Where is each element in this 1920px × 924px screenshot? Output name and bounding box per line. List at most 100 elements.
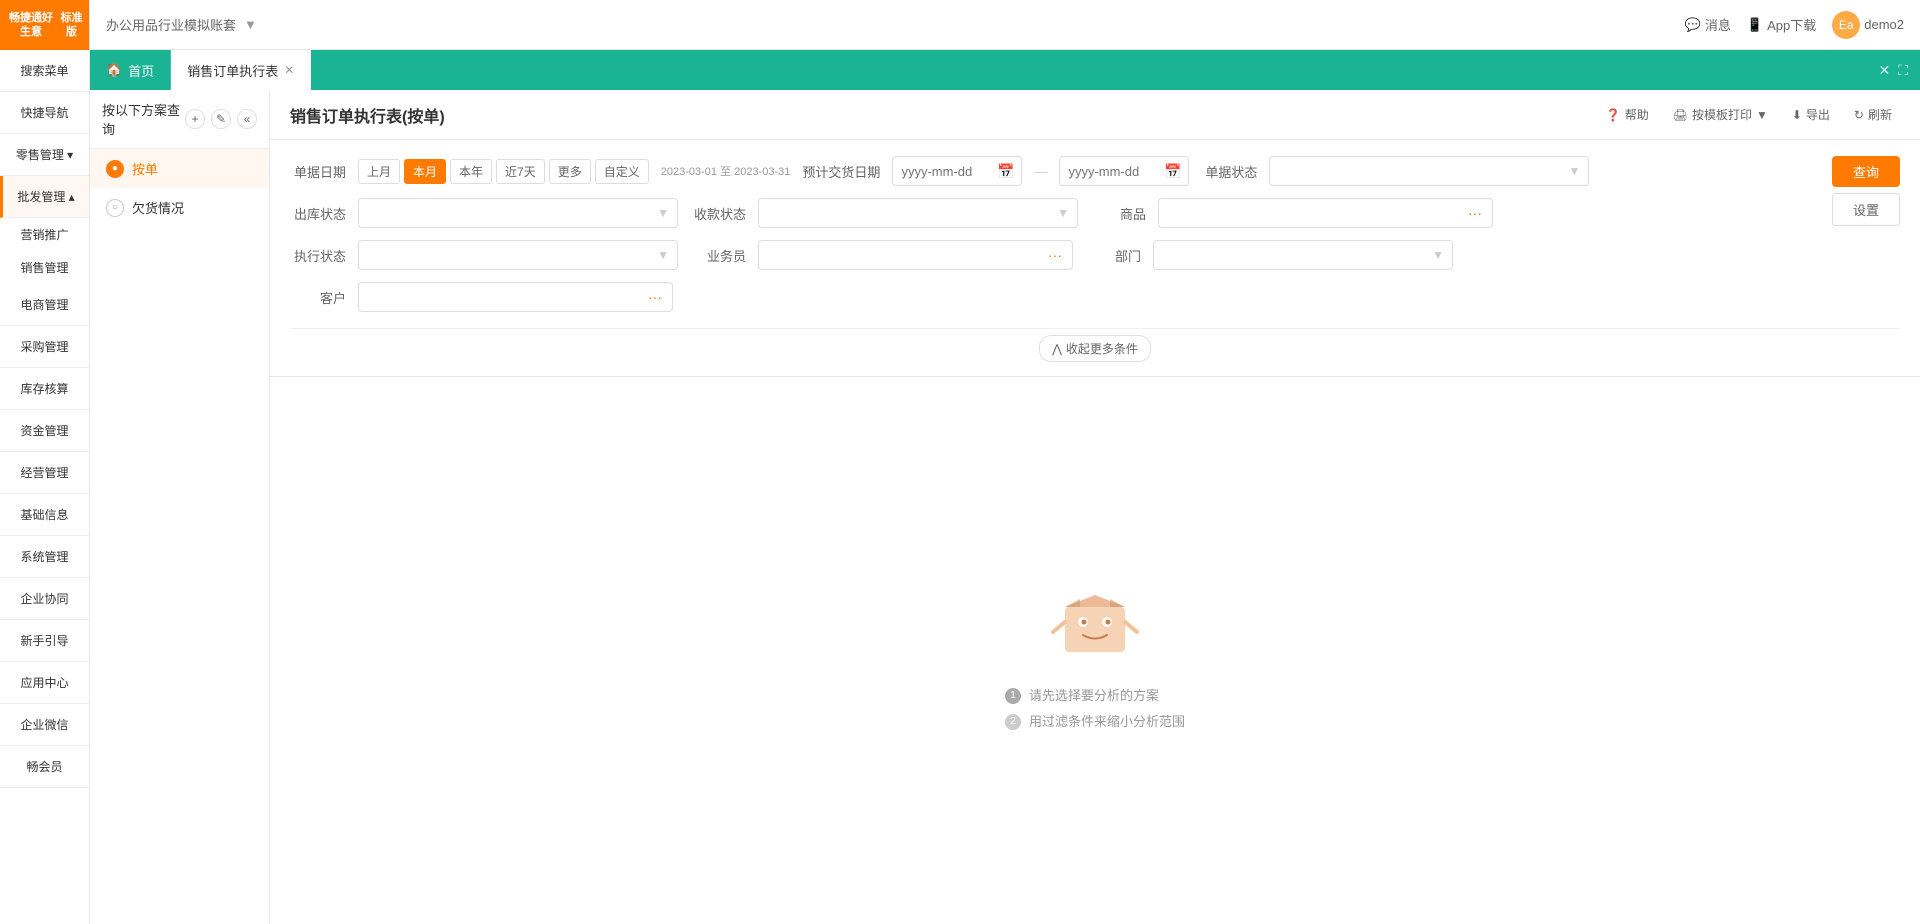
action-buttons: 查询 设置 <box>1832 156 1900 226</box>
print-label: 按模板打印 <box>1692 106 1752 123</box>
top-header: 办公用品行业模拟账套 ▼ 💬 消息 📱 App下载 Ea demo2 <box>90 0 1920 50</box>
scheme-label: 欠货情况 <box>132 198 184 217</box>
sidebar-item-operation[interactable]: 经营管理 <box>0 452 89 494</box>
out-status-select[interactable]: ▼ <box>358 198 678 228</box>
date-btn-this-year[interactable]: 本年 <box>450 159 492 184</box>
message-btn[interactable]: 💬 消息 <box>1685 15 1731 34</box>
plus-icon: + <box>191 112 198 126</box>
user-profile[interactable]: Ea demo2 <box>1832 11 1904 39</box>
tab-bar: 🏠 首页 销售订单执行表 ✕ ✕ ⛶ <box>90 50 1920 90</box>
settings-button[interactable]: 设置 <box>1832 193 1900 226</box>
print-icon: 🖨 <box>1673 108 1688 122</box>
empty-illustration <box>1045 567 1145 667</box>
message-icon: 💬 <box>1685 17 1701 33</box>
left-panel-actions: + ✎ « <box>185 109 257 129</box>
sidebar-item-label: 零售管理 <box>16 148 64 162</box>
app-logo: 畅捷通好生意 标准版 <box>0 0 89 50</box>
calendar-start-icon: 📅 <box>997 163 1014 180</box>
sidebar-item-retail[interactable]: 零售管理 ▾ <box>0 134 89 176</box>
export-label: 导出 <box>1806 106 1830 123</box>
date-btn-custom[interactable]: 自定义 <box>595 159 649 184</box>
breadcrumb: 办公用品行业模拟账套 <box>106 15 236 34</box>
date-btn-7days[interactable]: 近7天 <box>496 159 545 184</box>
collapse-label: 收起更多条件 <box>1066 340 1138 357</box>
empty-state: 请先选择要分析的方案 用过滤条件来缩小分析范围 <box>1005 567 1185 735</box>
sidebar-item-finance[interactable]: 资金管理 <box>0 410 89 452</box>
sidebar-item-tutorial[interactable]: 新手引导 <box>0 620 89 662</box>
sidebar-item-label: 畅会员 <box>26 760 62 774</box>
tab-home[interactable]: 🏠 首页 <box>90 50 171 90</box>
goods-dots-icon: ··· <box>1464 205 1486 221</box>
sidebar-item-wholesale[interactable]: 批发管理 ▴ <box>0 176 89 218</box>
customer-label: 客户 <box>290 288 346 307</box>
sidebar-item-sys-mgmt[interactable]: 系统管理 <box>0 536 89 578</box>
sidebar-item-member[interactable]: 畅会员 <box>0 746 89 788</box>
calendar-end-icon: 📅 <box>1164 163 1181 180</box>
filter-row-2: 出库状态 ▼ 收款状态 ▼ 商品 <box>290 198 1816 228</box>
tab-sales-order[interactable]: 销售订单执行表 ✕ <box>171 50 311 90</box>
goods-label: 商品 <box>1090 204 1146 223</box>
sidebar-item-inventory[interactable]: 库存核算 <box>0 368 89 410</box>
sidebar-item-search[interactable]: 搜索菜单 <box>0 50 89 92</box>
breadcrumb-arrow-icon[interactable]: ▼ <box>244 17 257 32</box>
right-content: 销售订单执行表(按单) ❓ 帮助 🖨 按模板打印 ▼ ⬇ 导出 <box>270 90 1920 924</box>
filter-area: 单据日期 上月 本月 本年 近7天 更多 自定义 2023-03-01 至 20… <box>270 140 1920 377</box>
sidebar-item-app-center[interactable]: 应用中心 <box>0 662 89 704</box>
date-btn-last-month[interactable]: 上月 <box>358 159 400 184</box>
query-button[interactable]: 查询 <box>1832 156 1900 187</box>
tab-expand-icon[interactable]: ⛶ <box>1898 62 1908 79</box>
sidebar-section-item-marketing[interactable]: 营销推广 <box>0 218 89 251</box>
main-area: 办公用品行业模拟账套 ▼ 💬 消息 📱 App下载 Ea demo2 🏠 首页 <box>90 0 1920 924</box>
date-btn-this-month[interactable]: 本月 <box>404 159 446 184</box>
scheme-item-by-order[interactable]: ● 按单 <box>90 149 269 188</box>
collapse-more-btn[interactable]: ⋀ 收起更多条件 <box>1039 335 1151 362</box>
sidebar-item-ecom[interactable]: 电商管理 <box>0 284 89 326</box>
empty-hints: 请先选择要分析的方案 用过滤条件来缩小分析范围 <box>1005 683 1185 735</box>
goods-more-btn[interactable]: ··· <box>1458 198 1493 228</box>
sidebar-item-enterprise[interactable]: 企业协同 <box>0 578 89 620</box>
salesperson-input[interactable] <box>758 240 1038 270</box>
export-btn[interactable]: ⬇ 导出 <box>1784 102 1838 127</box>
date-separator: — <box>1034 164 1047 179</box>
tab-close-all-icon[interactable]: ✕ <box>1878 62 1890 79</box>
add-scheme-btn[interactable]: + <box>185 109 205 129</box>
goods-select[interactable] <box>1158 198 1458 228</box>
scheme-item-shortage[interactable]: ○ 欠货情况 <box>90 188 269 227</box>
salesperson-more-btn[interactable]: ··· <box>1038 240 1073 270</box>
dept-select[interactable]: ▼ <box>1153 240 1453 270</box>
exec-status-select[interactable]: ▼ <box>358 240 678 270</box>
sidebar-item-label: 企业微信 <box>20 718 68 732</box>
empty-hint-2: 用过滤条件来缩小分析范围 <box>1005 709 1185 735</box>
tab-sales-order-label: 销售订单执行表 <box>187 61 278 80</box>
out-status-chevron-icon: ▼ <box>657 206 669 220</box>
left-panel: 按以下方案查询 + ✎ « ● 按单 ○ <box>90 90 270 924</box>
sidebar-item-weixin[interactable]: 企业微信 <box>0 704 89 746</box>
sidebar-item-base-info[interactable]: 基础信息 <box>0 494 89 536</box>
customer-more-btn[interactable]: ··· <box>638 282 673 312</box>
sidebar-item-label: 系统管理 <box>20 550 68 564</box>
edit-scheme-btn[interactable]: ✎ <box>211 109 231 129</box>
print-btn[interactable]: 🖨 按模板打印 ▼ <box>1665 102 1776 127</box>
sidebar-section-item-sales[interactable]: 销售管理 <box>0 251 89 284</box>
collapse-panel-btn[interactable]: « <box>237 109 257 129</box>
app-download-btn[interactable]: 📱 App下载 <box>1747 15 1816 34</box>
edit-icon: ✎ <box>216 112 226 126</box>
export-icon: ⬇ <box>1792 108 1802 122</box>
exec-status-label: 执行状态 <box>290 246 346 265</box>
date-btn-more[interactable]: 更多 <box>549 159 591 184</box>
content-area: 按以下方案查询 + ✎ « ● 按单 ○ <box>90 90 1920 924</box>
status-select[interactable]: ▼ <box>1269 156 1589 186</box>
sidebar-item-purchase[interactable]: 采购管理 <box>0 326 89 368</box>
customer-input[interactable] <box>358 282 638 312</box>
receipt-status-select[interactable]: ▼ <box>758 198 1078 228</box>
tab-close-icon[interactable]: ✕ <box>284 63 294 77</box>
help-btn[interactable]: ❓ 帮助 <box>1598 102 1657 127</box>
sidebar-item-label: 批发管理 <box>17 190 65 204</box>
salesperson-dots-icon: ··· <box>1044 247 1066 263</box>
sidebar-item-label: 库存核算 <box>20 382 68 396</box>
status-chevron-icon: ▼ <box>1569 164 1581 178</box>
tab-bar-end: ✕ ⛶ <box>1866 50 1920 90</box>
user-name: demo2 <box>1864 17 1904 32</box>
refresh-btn[interactable]: ↻ 刷新 <box>1846 102 1900 127</box>
sidebar-item-quick-nav[interactable]: 快捷导航 <box>0 92 89 134</box>
